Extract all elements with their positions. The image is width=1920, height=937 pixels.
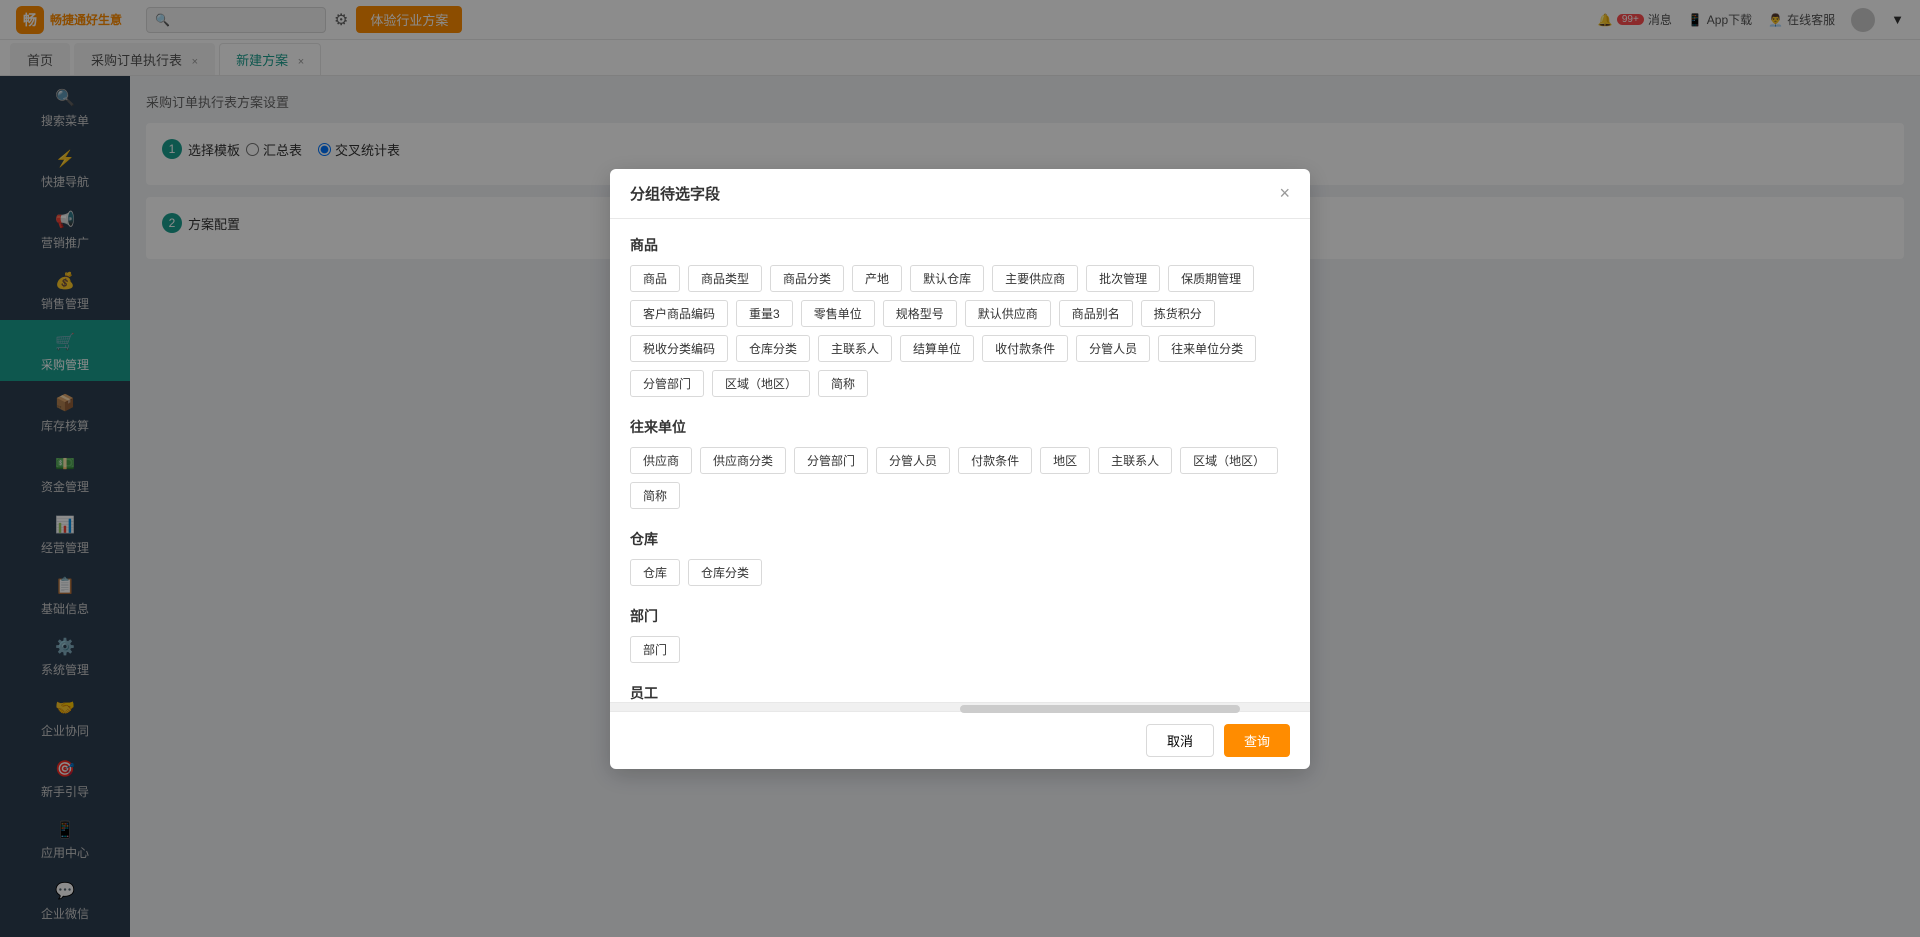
field-tag-仓库分类[interactable]: 仓库分类 bbox=[688, 559, 762, 586]
field-tag-简称[interactable]: 简称 bbox=[818, 370, 868, 397]
modal-title: 分组待选字段 bbox=[630, 183, 720, 204]
modal-header: 分组待选字段 × bbox=[610, 169, 1310, 219]
field-tag-客户商品编码[interactable]: 客户商品编码 bbox=[630, 300, 728, 327]
section-employee: 员工业务员 bbox=[630, 683, 1290, 702]
modal-overlay: 分组待选字段 × 商品商品商品类型商品分类产地默认仓库主要供应商批次管理保质期管… bbox=[0, 0, 1920, 937]
field-tag-结算单位[interactable]: 结算单位 bbox=[900, 335, 974, 362]
field-tags-warehouse: 仓库仓库分类 bbox=[630, 559, 1290, 586]
field-tag-批次管理[interactable]: 批次管理 bbox=[1086, 265, 1160, 292]
field-tag-仓库[interactable]: 仓库 bbox=[630, 559, 680, 586]
field-select-modal: 分组待选字段 × 商品商品商品类型商品分类产地默认仓库主要供应商批次管理保质期管… bbox=[610, 169, 1310, 769]
section-dept: 部门部门 bbox=[630, 606, 1290, 663]
field-tag-默认仓库[interactable]: 默认仓库 bbox=[910, 265, 984, 292]
modal-footer: 取消 查询 bbox=[610, 711, 1310, 769]
confirm-button[interactable]: 查询 bbox=[1224, 724, 1290, 757]
field-tag-主联系人[interactable]: 主联系人 bbox=[1098, 447, 1172, 474]
field-tag-付款条件[interactable]: 付款条件 bbox=[958, 447, 1032, 474]
field-tag-商品别名[interactable]: 商品别名 bbox=[1059, 300, 1133, 327]
section-title-warehouse: 仓库 bbox=[630, 529, 1290, 549]
field-tag-分管部门[interactable]: 分管部门 bbox=[794, 447, 868, 474]
field-tag-商品分类[interactable]: 商品分类 bbox=[770, 265, 844, 292]
field-tag-往来单位分类[interactable]: 往来单位分类 bbox=[1158, 335, 1256, 362]
section-partner: 往来单位供应商供应商分类分管部门分管人员付款条件地区主联系人区域（地区） 简称 bbox=[630, 417, 1290, 509]
field-tag-供应商[interactable]: 供应商 bbox=[630, 447, 692, 474]
field-tag-区域（地区）[interactable]: 区域（地区） bbox=[1180, 447, 1278, 474]
field-tag-收付款条件[interactable]: 收付款条件 bbox=[982, 335, 1068, 362]
field-tags-partner: 供应商供应商分类分管部门分管人员付款条件地区主联系人区域（地区） 简称 bbox=[630, 447, 1290, 509]
section-product: 商品商品商品类型商品分类产地默认仓库主要供应商批次管理保质期管理客户商品编码重量… bbox=[630, 235, 1290, 397]
field-tag-主要供应商[interactable]: 主要供应商 bbox=[992, 265, 1078, 292]
field-tag-产地[interactable]: 产地 bbox=[852, 265, 902, 292]
field-tag-保质期管理[interactable]: 保质期管理 bbox=[1168, 265, 1254, 292]
field-tag-分管人员[interactable]: 分管人员 bbox=[876, 447, 950, 474]
section-title-employee: 员工 bbox=[630, 683, 1290, 702]
field-tag-零售单位[interactable]: 零售单位 bbox=[801, 300, 875, 327]
field-tag-商品[interactable]: 商品 bbox=[630, 265, 680, 292]
field-tag-税收分类编码[interactable]: 税收分类编码 bbox=[630, 335, 728, 362]
modal-close-button[interactable]: × bbox=[1279, 184, 1290, 202]
field-tag-主联系人[interactable]: 主联系人 bbox=[818, 335, 892, 362]
field-tag-重量3[interactable]: 重量3 bbox=[736, 300, 793, 327]
field-tag-区域（地区）[interactable]: 区域（地区） bbox=[712, 370, 810, 397]
modal-body: 商品商品商品类型商品分类产地默认仓库主要供应商批次管理保质期管理客户商品编码重量… bbox=[610, 219, 1310, 702]
field-tag-部门[interactable]: 部门 bbox=[630, 636, 680, 663]
field-tag-仓库分类[interactable]: 仓库分类 bbox=[736, 335, 810, 362]
section-title-product: 商品 bbox=[630, 235, 1290, 255]
cancel-button[interactable]: 取消 bbox=[1146, 724, 1214, 757]
field-tag-拣货积分[interactable]: 拣货积分 bbox=[1141, 300, 1215, 327]
field-tag-商品类型[interactable]: 商品类型 bbox=[688, 265, 762, 292]
section-warehouse: 仓库仓库仓库分类 bbox=[630, 529, 1290, 586]
field-tag-分管部门[interactable]: 分管部门 bbox=[630, 370, 704, 397]
section-title-dept: 部门 bbox=[630, 606, 1290, 626]
field-tag-分管人员[interactable]: 分管人员 bbox=[1076, 335, 1150, 362]
field-tag-默认供应商[interactable]: 默认供应商 bbox=[965, 300, 1051, 327]
field-tags-product: 商品商品类型商品分类产地默认仓库主要供应商批次管理保质期管理客户商品编码重量3 零… bbox=[630, 265, 1290, 397]
section-title-partner: 往来单位 bbox=[630, 417, 1290, 437]
field-tags-dept: 部门 bbox=[630, 636, 1290, 663]
field-tag-简称[interactable]: 简称 bbox=[630, 482, 680, 509]
field-tag-供应商分类[interactable]: 供应商分类 bbox=[700, 447, 786, 474]
horizontal-scroll-bar[interactable] bbox=[610, 702, 1310, 711]
field-tag-地区[interactable]: 地区 bbox=[1040, 447, 1090, 474]
scroll-thumb bbox=[960, 705, 1240, 713]
field-tag-规格型号[interactable]: 规格型号 bbox=[883, 300, 957, 327]
